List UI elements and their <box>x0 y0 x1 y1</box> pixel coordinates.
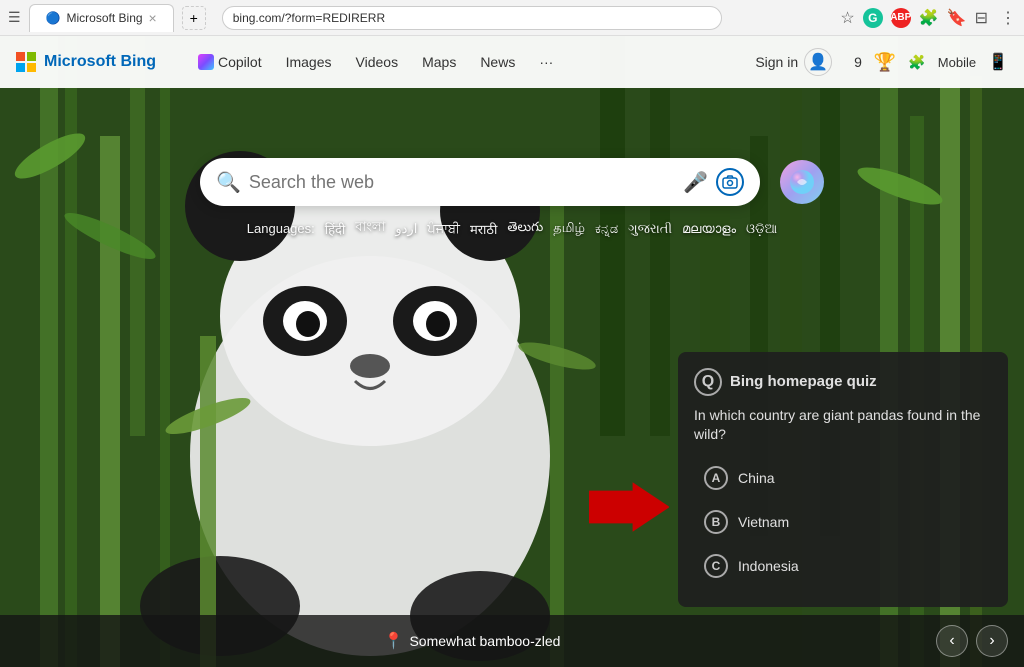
location-pin-icon: 📍 <box>384 631 404 651</box>
browser-more-icon[interactable]: ⋮ <box>1000 8 1016 28</box>
browser-window-controls: ☰ <box>8 9 21 26</box>
location-info: 📍 Somewhat bamboo-zled <box>384 631 561 651</box>
browser-action-icons: ☆ G ABP 🧩 🔖 ⊟ ⋮ <box>840 8 1016 28</box>
nav-videos-label: Videos <box>356 54 399 70</box>
option-c-text: Indonesia <box>738 558 799 574</box>
search-area: 🔍 🎤 <box>0 88 1024 239</box>
nav-right: Sign in 👤 9 🏆 🧩 Mobile 📱 <box>745 42 1008 82</box>
grammarly-icon[interactable]: G <box>863 8 883 28</box>
search-row: 🔍 🎤 <box>200 158 824 206</box>
address-bar[interactable]: bing.com/?form=REDIRERR <box>222 6 722 30</box>
page-content: Microsoft Bing Copilot Images Videos Map… <box>0 36 1024 667</box>
browser-chrome: ☰ 🔵 Microsoft Bing × + bing.com/?form=RE… <box>0 0 1024 36</box>
quiz-pointer-arrow <box>589 482 669 532</box>
sign-in-button[interactable]: Sign in 👤 <box>745 42 842 82</box>
option-a-letter: A <box>712 471 721 485</box>
prev-icon: ‹ <box>949 632 954 650</box>
nav-maps[interactable]: Maps <box>412 48 466 76</box>
languages-label: Languages: <box>247 221 315 236</box>
lang-kannada[interactable]: ಕನ್ನಡ <box>595 221 618 237</box>
tab-title: Microsoft Bing <box>67 11 143 25</box>
browser-tab[interactable]: 🔵 Microsoft Bing × <box>29 4 174 32</box>
nav-images[interactable]: Images <box>276 48 342 76</box>
lang-bangla[interactable]: বাংলা <box>355 218 385 239</box>
trophy-icon[interactable]: 🏆 <box>874 52 896 73</box>
address-text: bing.com/?form=REDIRERR <box>233 11 385 25</box>
quiz-question: In which country are giant pandas found … <box>694 406 992 445</box>
lang-malayalam[interactable]: മലയാളം <box>682 221 736 237</box>
nav-copilot-label: Copilot <box>218 54 262 70</box>
navbar: Microsoft Bing Copilot Images Videos Map… <box>0 36 1024 88</box>
search-box[interactable]: 🔍 🎤 <box>200 158 760 206</box>
quiz-option-a[interactable]: A China <box>694 459 992 497</box>
location-text: Somewhat bamboo-zled <box>409 633 560 649</box>
reward-count[interactable]: 9 <box>854 54 862 70</box>
quiz-icon-letter: Q <box>702 373 714 391</box>
search-input[interactable] <box>249 172 675 193</box>
bottom-bar: 📍 Somewhat bamboo-zled ‹ › <box>0 615 1024 667</box>
mobile-label: Mobile <box>938 55 976 70</box>
lang-punjabi[interactable]: ਪੰਜਾਬੀ <box>427 221 460 237</box>
languages-row: Languages: हिंदी বাংলা اردو ਪੰਜਾਬੀ मराठी… <box>247 218 777 239</box>
nav-more[interactable]: ··· <box>529 48 563 76</box>
quiz-option-c[interactable]: C Indonesia <box>694 547 992 585</box>
prev-image-button[interactable]: ‹ <box>936 625 968 657</box>
lang-gujarati[interactable]: ગુજરાતી <box>628 221 672 237</box>
nav-news-label: News <box>480 54 515 70</box>
nav-images-label: Images <box>286 54 332 70</box>
logo-area: Microsoft Bing <box>16 52 156 72</box>
next-image-button[interactable]: › <box>976 625 1008 657</box>
next-icon: › <box>989 632 994 650</box>
lang-odia[interactable]: ଓଡ଼ିଆ <box>746 221 777 237</box>
option-b-circle: B <box>704 510 728 534</box>
search-magnifier-icon: 🔍 <box>216 170 241 195</box>
quiz-title: Bing homepage quiz <box>730 373 877 390</box>
bookmark-star-icon[interactable]: ☆ <box>840 8 854 28</box>
nav-maps-label: Maps <box>422 54 456 70</box>
sign-in-label: Sign in <box>755 54 798 70</box>
quiz-option-b[interactable]: B Vietnam <box>694 503 992 541</box>
lang-urdu[interactable]: اردو <box>395 221 417 237</box>
microsoft-logo <box>16 52 36 72</box>
lang-tamil[interactable]: தமிழ் <box>553 220 585 237</box>
quiz-panel: Q Bing homepage quiz In which country ar… <box>678 352 1008 607</box>
option-c-letter: C <box>712 559 721 573</box>
tab-favicon: 🔵 <box>46 11 61 25</box>
copilot-multicolor-icon <box>789 169 815 195</box>
option-c-circle: C <box>704 554 728 578</box>
option-a-circle: A <box>704 466 728 490</box>
tab-close-icon[interactable]: × <box>149 10 157 26</box>
copilot-circle-button[interactable] <box>780 160 824 204</box>
lang-marathi[interactable]: मराठी <box>470 220 497 238</box>
lang-telugu[interactable]: తెలుగు <box>507 219 543 238</box>
option-b-text: Vietnam <box>738 514 789 530</box>
mic-icon[interactable]: 🎤 <box>683 170 708 195</box>
extension-icon[interactable]: 🧩 <box>919 8 939 28</box>
nav-more-label: ··· <box>539 54 553 70</box>
nav-copilot[interactable]: Copilot <box>188 48 272 76</box>
camera-icon <box>722 174 738 190</box>
phone-icon[interactable]: 📱 <box>988 52 1008 72</box>
nav-news[interactable]: News <box>470 48 525 76</box>
visual-search-button[interactable] <box>716 168 744 196</box>
new-tab-button[interactable]: + <box>182 6 206 30</box>
collection-icon[interactable]: 🔖 <box>947 8 967 28</box>
copilot-icon <box>198 54 214 70</box>
extension-puzzle-icon[interactable]: 🧩 <box>908 54 925 71</box>
lang-hindi[interactable]: हिंदी <box>325 220 346 238</box>
option-a-text: China <box>738 470 775 486</box>
adblock-icon[interactable]: ABP <box>891 8 911 28</box>
main-nav: Copilot Images Videos Maps News ··· <box>188 48 563 76</box>
bing-logo-text: Microsoft Bing <box>44 53 156 71</box>
user-avatar-icon: 👤 <box>804 48 832 76</box>
splitview-icon[interactable]: ⊟ <box>975 8 988 28</box>
browser-menu-icon[interactable]: ☰ <box>8 9 21 26</box>
quiz-title-row: Q Bing homepage quiz <box>694 368 992 396</box>
nav-arrows: ‹ › <box>936 625 1008 657</box>
nav-videos[interactable]: Videos <box>346 48 409 76</box>
quiz-q-icon: Q <box>694 368 722 396</box>
option-b-letter: B <box>712 515 721 529</box>
